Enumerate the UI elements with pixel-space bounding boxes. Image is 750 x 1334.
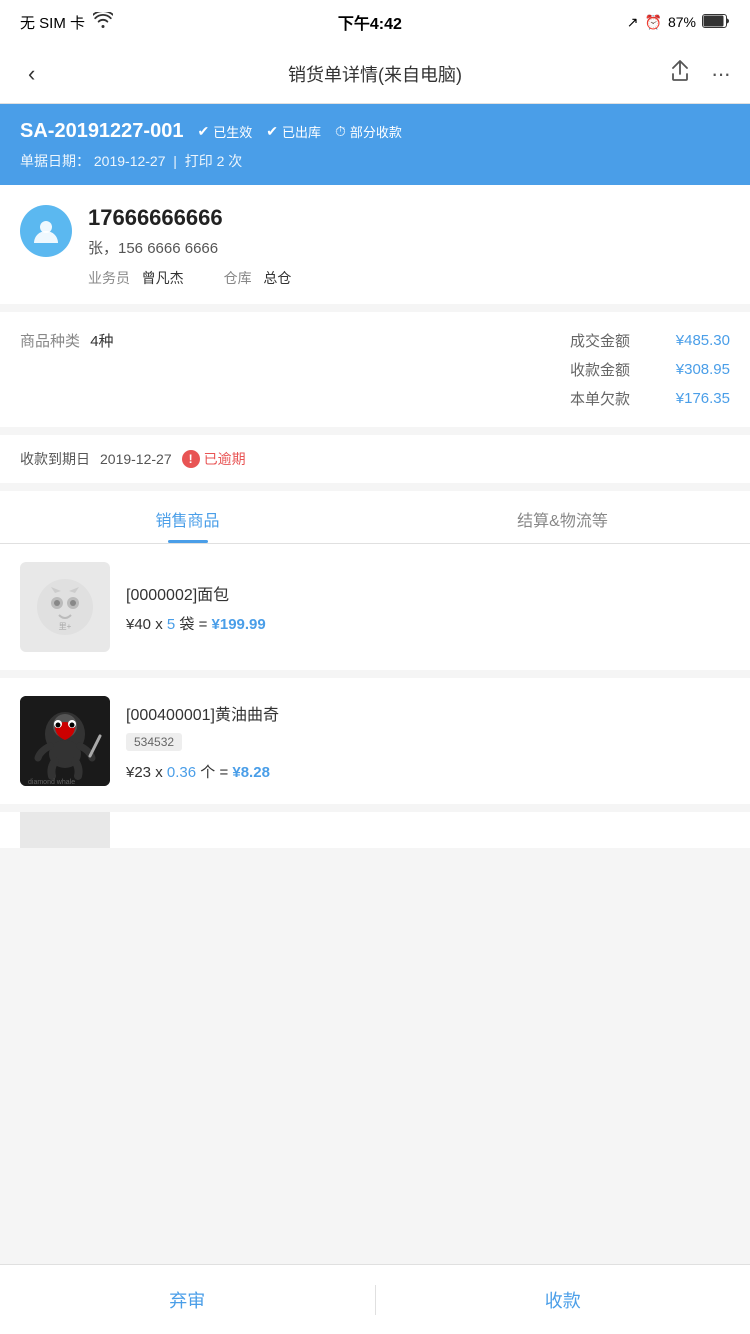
- battery-icon: [702, 14, 730, 31]
- badge-partial: ⏱ 部分收款: [335, 122, 402, 141]
- overdue-badge: ! 已逾期: [182, 449, 246, 469]
- header-date-row: 单据日期： 2019-12-27 | 打印 2 次: [20, 151, 730, 171]
- nav-actions: ···: [669, 60, 730, 88]
- tabs-section: 销售商品 结算&物流等: [0, 491, 750, 544]
- order-header-row: SA-20191227-001 ✔ 已生效 ✔ 已出库 ⏱ 部分收款: [20, 120, 730, 143]
- customer-meta: 业务员 曾凡杰 仓库 总仓: [88, 268, 730, 288]
- nav-bar: ‹ 销货单详情(来自电脑) ···: [0, 44, 750, 104]
- collect-payment-button[interactable]: 收款: [376, 1271, 750, 1329]
- cancel-review-button[interactable]: 弃审: [0, 1271, 375, 1329]
- status-right: ↗ ⏰ 87%: [627, 14, 730, 31]
- category-info: 商品种类 4种: [20, 330, 114, 351]
- amount-info: 成交金额 ¥485.30 收款金额 ¥308.95 本单欠款 ¥176.35: [570, 330, 730, 409]
- product-item-3-partial: [0, 812, 750, 848]
- product-tag-2: 534532: [126, 733, 182, 751]
- collect-amount-row: 收款金额 ¥308.95: [570, 359, 730, 380]
- product-image-1: 里+: [20, 562, 110, 652]
- sales-label-text: 业务员 曾凡杰: [88, 268, 184, 288]
- badge-shipped: ✔ 已出库: [266, 122, 321, 141]
- carrier-label: 无 SIM 卡: [20, 12, 85, 33]
- status-bar: 无 SIM 卡 下午4:42 ↗ ⏰ 87%: [0, 0, 750, 44]
- bottom-bar: 弃审 收款: [0, 1264, 750, 1334]
- customer-name: 17666666666: [88, 205, 730, 231]
- product-name-2: [000400001]黄油曲奇: [126, 701, 730, 725]
- alarm-icon: ⏰: [645, 14, 662, 31]
- product-price-1: ¥40 x 5 袋 = ¥199.99: [126, 613, 730, 634]
- customer-info: 17666666666 张，156 6666 6666 业务员 曾凡杰 仓库 总…: [88, 205, 730, 288]
- battery-label: 87%: [668, 14, 696, 30]
- products-section: 里+ [0000002]面包 ¥40 x 5 袋 = ¥199.99: [0, 544, 750, 848]
- page-title: 销货单详情(来自电脑): [288, 61, 462, 87]
- status-left: 无 SIM 卡: [20, 12, 113, 33]
- product-item-2[interactable]: diamond whale [000400001]黄油曲奇 534532 ¥23…: [0, 678, 750, 804]
- back-button[interactable]: ‹: [20, 53, 43, 95]
- svg-text:diamond whale: diamond whale: [28, 779, 75, 786]
- check-icon-2: ✔: [266, 123, 278, 140]
- share-icon[interactable]: [669, 60, 691, 88]
- product-item-1[interactable]: 里+ [0000002]面包 ¥40 x 5 袋 = ¥199.99: [0, 544, 750, 670]
- overdue-dot-icon: !: [182, 450, 200, 468]
- clock-icon: ⏱: [335, 123, 346, 140]
- status-time: 下午4:42: [338, 10, 402, 34]
- more-icon[interactable]: ···: [711, 61, 730, 87]
- wifi-icon: [93, 12, 113, 32]
- warehouse-label-text: 仓库 总仓: [224, 268, 292, 288]
- due-date-value: 2019-12-27: [100, 451, 172, 467]
- product-price-2: ¥23 x 0.36 个 = ¥8.28: [126, 761, 730, 782]
- tab-sales-products[interactable]: 销售商品: [0, 491, 375, 543]
- badge-effective: ✔ 已生效: [197, 122, 252, 141]
- product-info-1: [0000002]面包 ¥40 x 5 袋 = ¥199.99: [126, 581, 730, 634]
- deal-amount-row: 成交金额 ¥485.30: [570, 330, 730, 351]
- product-info-2: [000400001]黄油曲奇 534532 ¥23 x 0.36 个 = ¥8…: [126, 701, 730, 782]
- customer-phone: 张，156 6666 6666: [88, 237, 730, 258]
- avatar: [20, 205, 72, 257]
- due-section: 收款到期日 2019-12-27 ! 已逾期: [0, 435, 750, 491]
- owe-amount-row: 本单欠款 ¥176.35: [570, 388, 730, 409]
- product-image-2: diamond whale: [20, 696, 110, 786]
- product-name-1: [0000002]面包: [126, 581, 730, 605]
- svg-text:里+: 里+: [59, 622, 72, 631]
- order-id: SA-20191227-001: [20, 120, 183, 143]
- check-icon-1: ✔: [197, 123, 209, 140]
- location-icon: ↗: [627, 14, 639, 31]
- header-banner: SA-20191227-001 ✔ 已生效 ✔ 已出库 ⏱ 部分收款 单据日期：…: [0, 104, 750, 185]
- summary-section: 商品种类 4种 成交金额 ¥485.30 收款金额 ¥308.95 本单欠款 ¥…: [0, 312, 750, 435]
- tab-settlement[interactable]: 结算&物流等: [375, 491, 750, 543]
- page-content: SA-20191227-001 ✔ 已生效 ✔ 已出库 ⏱ 部分收款 单据日期：…: [0, 104, 750, 918]
- due-label: 收款到期日: [20, 449, 90, 469]
- customer-section: 17666666666 张，156 6666 6666 业务员 曾凡杰 仓库 总…: [0, 185, 750, 312]
